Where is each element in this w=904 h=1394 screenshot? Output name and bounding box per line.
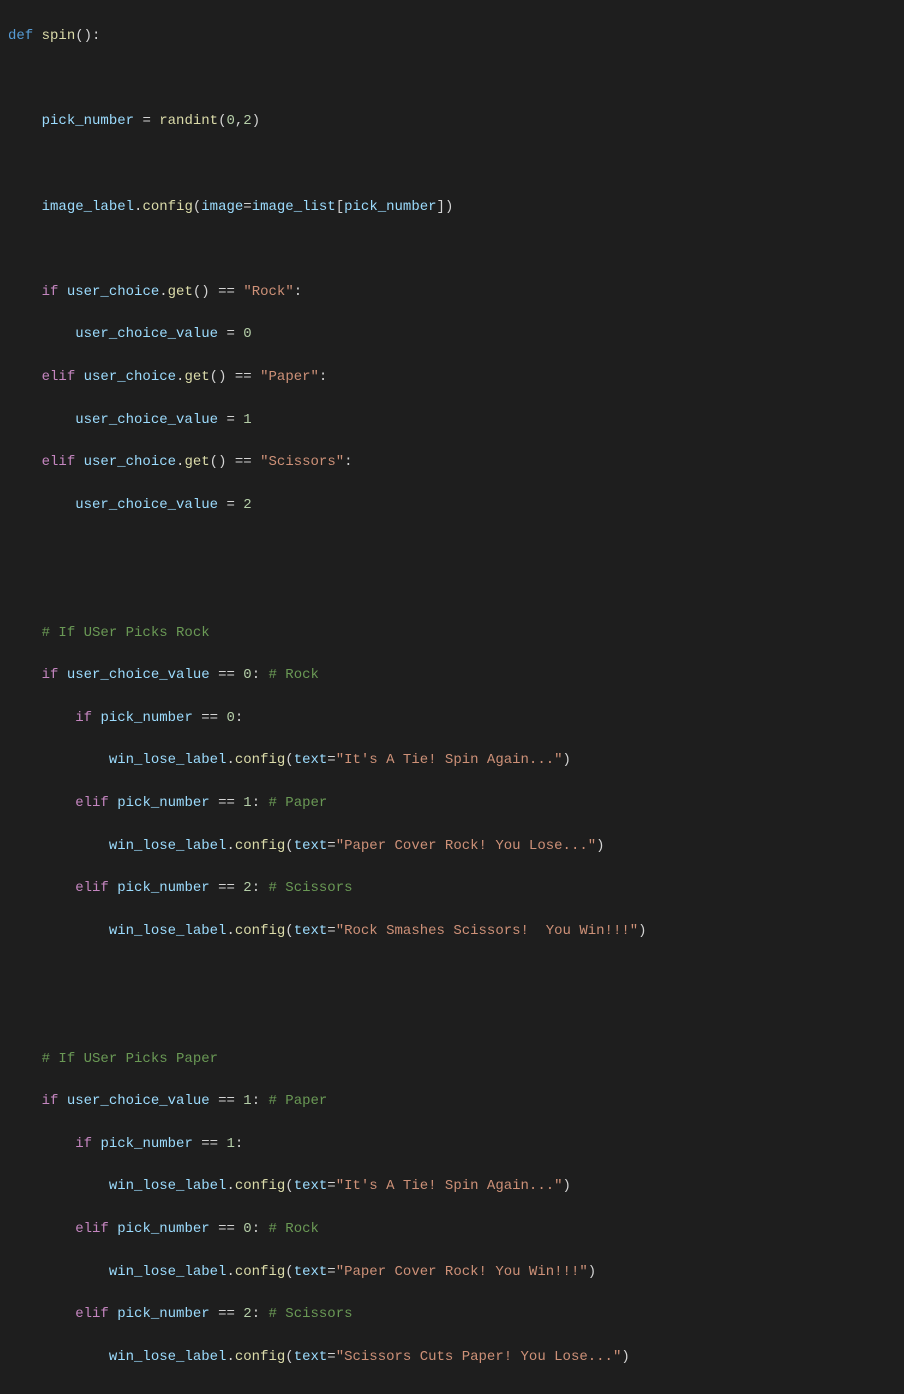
code-line: if user_choice_value == 0: # Rock	[8, 665, 896, 686]
code-line	[8, 69, 896, 90]
code-line: if pick_number == 1:	[8, 1134, 896, 1155]
code-line	[8, 1006, 896, 1027]
code-line	[8, 154, 896, 175]
code-line: win_lose_label.config(text="It's A Tie! …	[8, 1176, 896, 1197]
code-line	[8, 239, 896, 260]
code-line: # If USer Picks Rock	[8, 623, 896, 644]
code-line: win_lose_label.config(text="Paper Cover …	[8, 1262, 896, 1283]
code-line: image_label.config(image=image_list[pick…	[8, 197, 896, 218]
code-line: elif pick_number == 0: # Rock	[8, 1219, 896, 1240]
code-line: if user_choice_value == 1: # Paper	[8, 1091, 896, 1112]
code-line: if user_choice.get() == "Rock":	[8, 282, 896, 303]
code-line: elif user_choice.get() == "Paper":	[8, 367, 896, 388]
code-line: win_lose_label.config(text="Rock Smashes…	[8, 921, 896, 942]
code-editor[interactable]: def spin(): pick_number = randint(0,2) i…	[0, 0, 904, 1394]
code-line: user_choice_value = 2	[8, 495, 896, 516]
code-line: win_lose_label.config(text="Scissors Cut…	[8, 1347, 896, 1368]
code-line	[8, 537, 896, 558]
code-line: elif user_choice.get() == "Scissors":	[8, 452, 896, 473]
code-line: user_choice_value = 1	[8, 410, 896, 431]
code-line: pick_number = randint(0,2)	[8, 111, 896, 132]
code-line	[8, 963, 896, 984]
code-line: win_lose_label.config(text="Paper Cover …	[8, 836, 896, 857]
code-line: if pick_number == 0:	[8, 708, 896, 729]
code-line: win_lose_label.config(text="It's A Tie! …	[8, 750, 896, 771]
code-line: user_choice_value = 0	[8, 324, 896, 345]
code-line: def spin():	[8, 26, 896, 47]
code-line: # If USer Picks Paper	[8, 1049, 896, 1070]
code-line	[8, 580, 896, 601]
code-line: elif pick_number == 1: # Paper	[8, 793, 896, 814]
code-line: elif pick_number == 2: # Scissors	[8, 1304, 896, 1325]
code-line: elif pick_number == 2: # Scissors	[8, 878, 896, 899]
